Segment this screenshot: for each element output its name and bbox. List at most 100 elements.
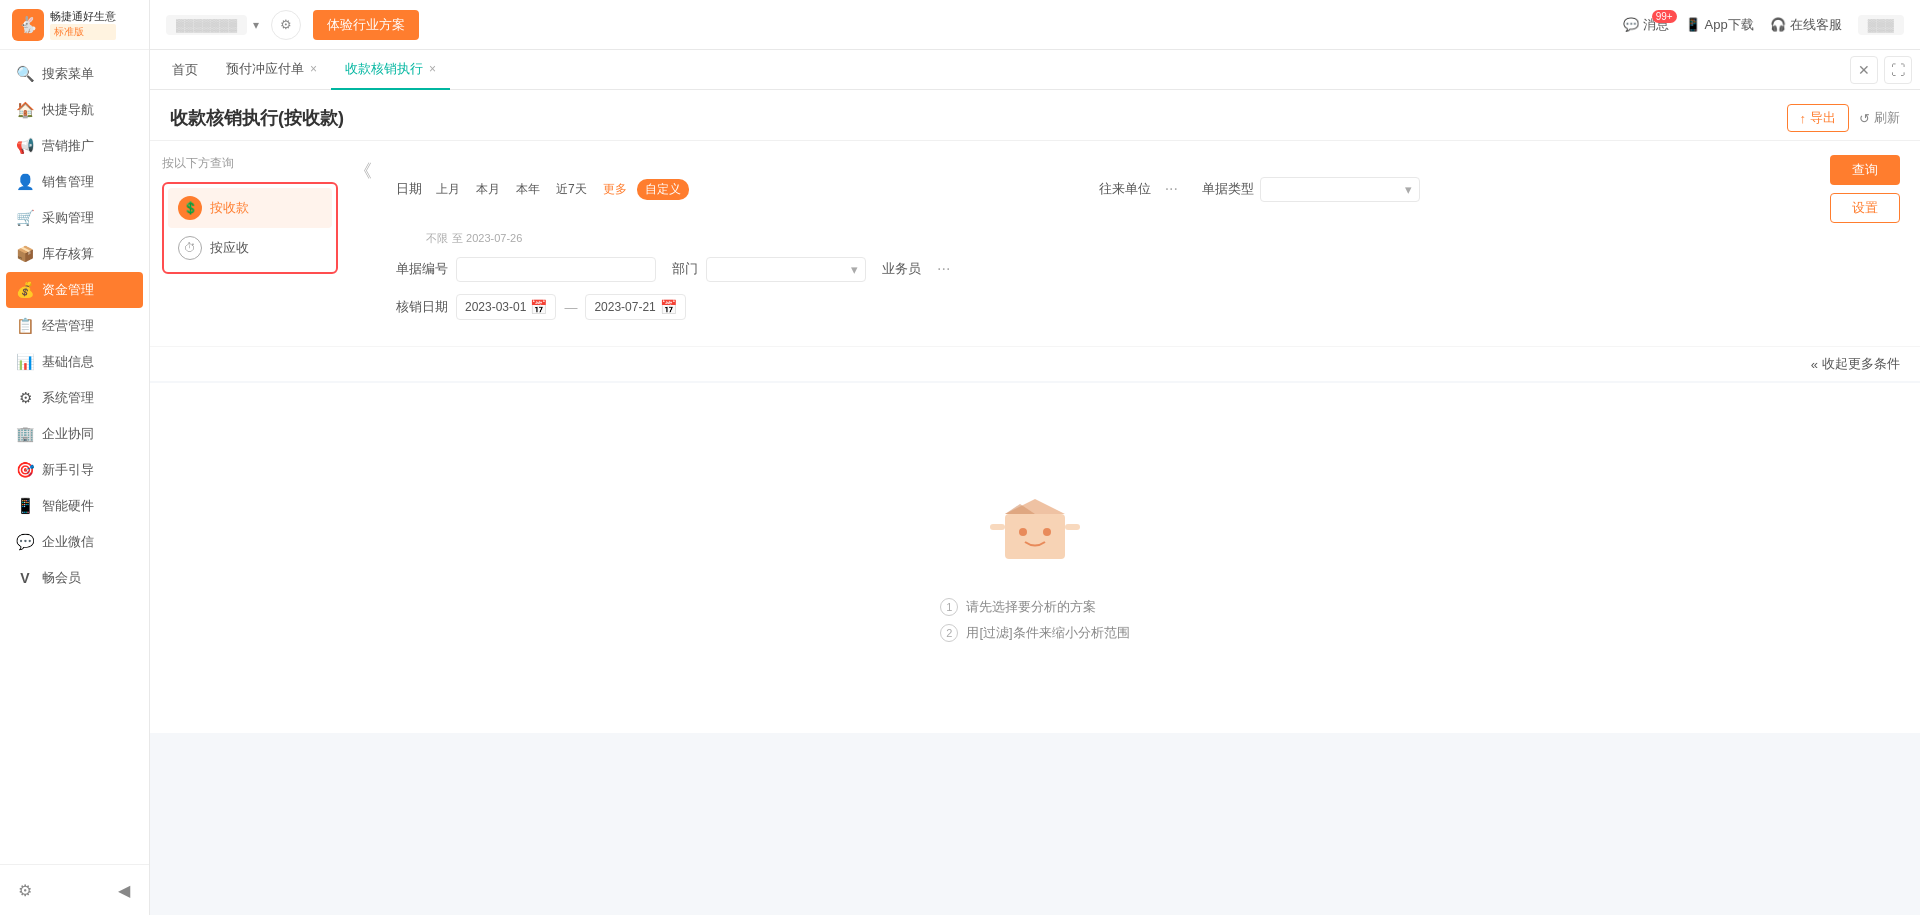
date-tab-7days[interactable]: 近7天 [550,179,593,200]
hardware-icon: 📱 [16,497,34,515]
message-icon: 💬 [1623,17,1639,32]
date-tab-last-month[interactable]: 上月 [430,179,466,200]
empty-tip-1-text: 请先选择要分析的方案 [966,598,1096,616]
staff-field: 业务员 ··· [882,256,958,282]
filter-by-receivable-label: 按应收 [210,239,249,257]
tab-home[interactable]: 首页 [158,50,212,90]
finance-icon: 💰 [16,281,34,299]
query-button[interactable]: 查询 [1830,155,1900,185]
message-badge: 99+ [1652,10,1677,23]
date-tab-custom[interactable]: 自定义 [637,179,689,200]
sidebar-label-operation: 经营管理 [42,317,94,335]
settings-icon[interactable]: ⚙ [10,875,40,905]
refresh-button[interactable]: ↺ 刷新 [1859,109,1900,127]
counterpart-dots[interactable]: ··· [1157,176,1186,202]
page-header-actions: ↑ 导出 ↺ 刷新 [1787,104,1901,132]
app-name: 畅捷通好生意 [50,9,116,23]
export-label: 导出 [1810,109,1836,127]
date-tab-more[interactable]: 更多 [597,179,633,200]
svg-rect-0 [1005,514,1065,559]
filter-by-receipt[interactable]: 💲 按收款 [168,188,332,228]
maximize-window-button[interactable]: ⛶ [1884,56,1912,84]
page-title: 收款核销执行(按收款) [170,106,344,130]
sidebar-item-marketing[interactable]: 📢 营销推广 [0,128,149,164]
sidebar-item-inventory[interactable]: 📦 库存核算 [0,236,149,272]
sales-icon: 👤 [16,173,34,191]
sidebar-label-purchase: 采购管理 [42,209,94,227]
collapse-sidebar-icon[interactable]: ◀ [109,875,139,905]
filter-options-box: 💲 按收款 ⏱ 按应收 [162,182,338,274]
enterprise-icon: 🏢 [16,425,34,443]
doc-type-select-wrapper [1260,177,1420,202]
sidebar-label-search: 搜索菜单 [42,65,94,83]
sidebar-label-shortcut: 快捷导航 [42,101,94,119]
verify-date-start-input[interactable]: 2023-03-01 📅 [456,294,556,320]
verify-date-start-value: 2023-03-01 [465,300,526,314]
receivable-icon: ⏱ [178,236,202,260]
basic-icon: 📊 [16,353,34,371]
verify-date-end-value: 2023-07-21 [594,300,655,314]
sidebar-item-wechat[interactable]: 💬 企业微信 [0,524,149,560]
message-action[interactable]: 💬 消息 99+ [1623,16,1669,34]
chevron-down-icon[interactable]: ▾ [253,18,259,32]
sidebar-item-sales[interactable]: 👤 销售管理 [0,164,149,200]
user-name[interactable]: ▓▓▓ [1858,15,1904,35]
staff-dots[interactable]: ··· [929,256,958,282]
date-not-limited-row: 不限 至 2023-07-26 [396,229,1900,246]
verify-date-end-input[interactable]: 2023-07-21 📅 [585,294,685,320]
sidebar-item-shortcut[interactable]: 🏠 快捷导航 [0,92,149,128]
sidebar-item-enterprise[interactable]: 🏢 企业协同 [0,416,149,452]
sidebar-item-search[interactable]: 🔍 搜索菜单 [0,56,149,92]
sidebar-item-basic[interactable]: 📊 基础信息 [0,344,149,380]
sidebar-bottom: ⚙ ◀ [0,864,149,915]
sidebar-item-hardware[interactable]: 📱 智能硬件 [0,488,149,524]
guide-icon: 🎯 [16,461,34,479]
close-window-button[interactable]: ✕ [1850,56,1878,84]
filter-by-receipt-label: 按收款 [210,199,249,217]
sidebar-item-guide[interactable]: 🎯 新手引导 [0,452,149,488]
empty-tip-2-text: 用[过滤]条件来缩小分析范围 [966,624,1129,642]
industry-solution-button[interactable]: 体验行业方案 [313,10,419,40]
sidebar-item-system[interactable]: ⚙ 系统管理 [0,380,149,416]
chevron-up-icon: « [1811,357,1818,372]
settings-gear-icon[interactable]: ⚙ [271,10,301,40]
export-button[interactable]: ↑ 导出 [1787,104,1850,132]
search-icon: 🔍 [16,65,34,83]
date-to-text: 至 2023-07-26 [452,231,522,246]
sidebar-item-member[interactable]: V 畅会员 [0,560,149,596]
tabbar: 首页 预付冲应付单 × 收款核销执行 × ✕ ⛶ [150,50,1920,90]
collapse-more-button[interactable]: « 收起更多条件 [150,346,1920,381]
tab-receipt-verify-close[interactable]: × [429,62,436,76]
filter-by-receivable[interactable]: ⏱ 按应收 [168,228,332,268]
filter-title-row: 按以下方查询 [162,155,338,172]
date-tab-this-month[interactable]: 本月 [470,179,506,200]
doc-no-input[interactable] [456,257,656,282]
sidebar-label-sales: 销售管理 [42,173,94,191]
company-name: ▓▓▓▓▓▓▓ [166,15,247,35]
setting-button[interactable]: 设置 [1830,193,1900,223]
empty-tip-2: 2 用[过滤]条件来缩小分析范围 [940,624,1129,642]
sidebar-label-wechat: 企业微信 [42,533,94,551]
filter-title-label: 按以下方查询 [162,155,234,172]
online-service-action[interactable]: 🎧 在线客服 [1770,16,1842,34]
tab-prepay[interactable]: 预付冲应付单 × [212,50,331,90]
doc-type-select[interactable] [1260,177,1420,202]
filter-row-2: 单据编号 部门 业务员 ··· [396,256,1900,282]
page-header: 收款核销执行(按收款) ↑ 导出 ↺ 刷新 [150,90,1920,141]
dept-select-wrapper [706,257,866,282]
sidebar-item-purchase[interactable]: 🛒 采购管理 [0,200,149,236]
sidebar-item-finance[interactable]: 💰 资金管理 [6,272,143,308]
app-download-action[interactable]: 📱 App下载 [1685,16,1754,34]
tab-prepay-close[interactable]: × [310,62,317,76]
filter-area: 按以下方查询 💲 按收款 ⏱ 按应收 《 [150,141,1920,346]
tab-receipt-verify[interactable]: 收款核销执行 × [331,50,450,90]
sidebar-label-basic: 基础信息 [42,353,94,371]
collapse-filter-button[interactable]: 《 [350,155,376,187]
doc-type-field: 单据类型 [1202,177,1420,202]
date-label: 日期 [396,180,422,198]
sidebar-item-operation[interactable]: 📋 经营管理 [0,308,149,344]
dept-field: 部门 [672,257,866,282]
dept-select[interactable] [706,257,866,282]
empty-tips: 1 请先选择要分析的方案 2 用[过滤]条件来缩小分析范围 [940,598,1129,642]
date-tab-this-year[interactable]: 本年 [510,179,546,200]
